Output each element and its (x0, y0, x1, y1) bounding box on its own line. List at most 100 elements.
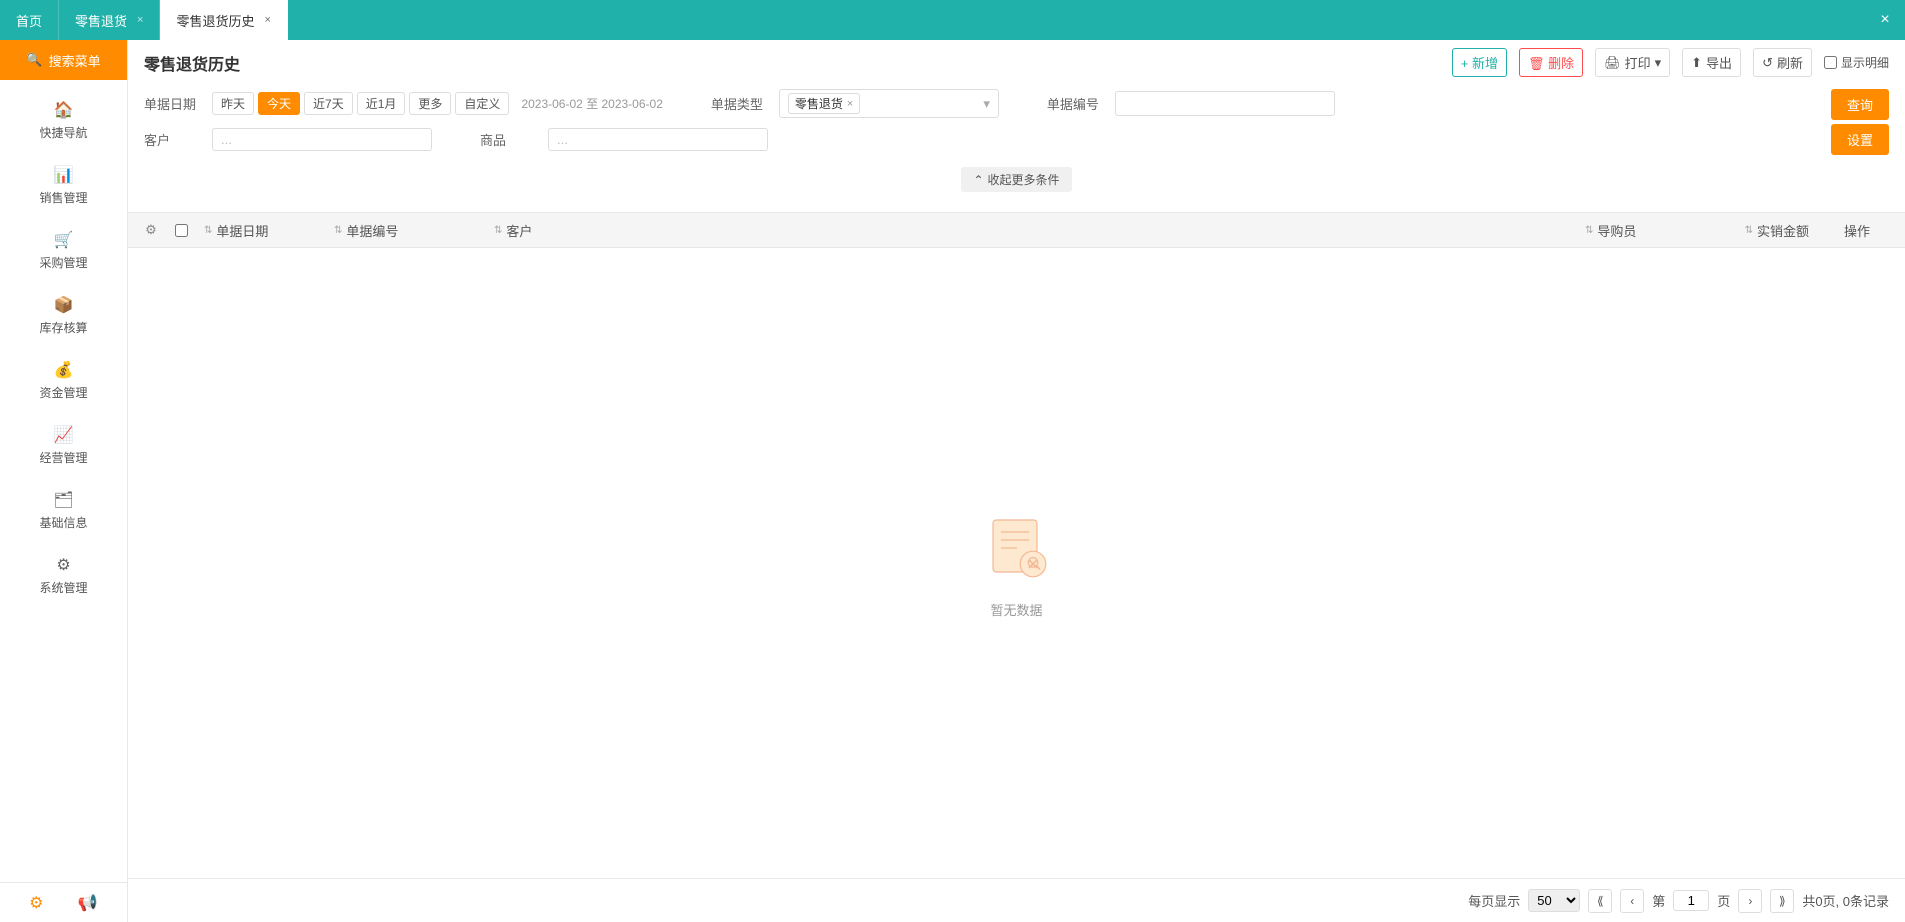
col-action: 操作 (1817, 221, 1897, 240)
sidebar-item-purchase[interactable]: 🛒 采购管理 (0, 218, 127, 283)
page-label-suffix: 页 (1717, 891, 1730, 910)
sidebar-item-sales-label: 销售管理 (39, 189, 87, 206)
collapse-filter-button[interactable]: ⌃ 收起更多条件 (961, 167, 1071, 192)
date-btn-1month[interactable]: 近1月 (357, 92, 406, 115)
sidebar-footer: ⚙ 📢 (0, 882, 127, 922)
basic-info-icon: 🗂 (54, 490, 74, 510)
tab-retail-return-history-label: 零售退货历史 (176, 11, 254, 30)
sidebar-item-quick-nav[interactable]: 🏠 快捷导航 (0, 88, 127, 153)
doc-type-tag-label: 零售退货 (795, 95, 843, 112)
toolbar: + 新增 🗑 删除 🖨 打印 ▾ ⬆ 导出 ↺ 刷新 (1452, 48, 1889, 77)
filter-row-2: 客户 ... 商品 ... (144, 128, 1815, 151)
refresh-button[interactable]: ↺ 刷新 (1753, 48, 1812, 77)
goods-label: 商品 (480, 130, 540, 149)
date-btn-custom[interactable]: 自定义 (455, 92, 509, 115)
page-prev-button[interactable]: ‹ (1620, 889, 1644, 913)
doc-no-label: 单据编号 (1047, 94, 1107, 113)
goods-filter-group: 商品 ... (480, 128, 768, 151)
filter-row-1: 单据日期 昨天 今天 近7天 近1月 更多 自定义 2023-06-02 至 2… (144, 89, 1815, 118)
col-no: ⇅ 单据编号 (326, 221, 486, 240)
empty-text: 暂无数据 (990, 600, 1042, 619)
doc-type-select[interactable]: 零售退货 × ▾ (779, 89, 999, 118)
customer-select[interactable]: ... (212, 128, 432, 151)
page-next-button[interactable]: › (1738, 889, 1762, 913)
sidebar-item-basic-info[interactable]: 🗂 基础信息 (0, 478, 127, 543)
sidebar-item-system-label: 系统管理 (39, 579, 87, 596)
sidebar-item-inventory[interactable]: 📦 库存核算 (0, 283, 127, 348)
empty-icon (977, 508, 1057, 588)
pagination: 每页显示 10 20 50 100 ⟪ ‹ 第 页 › ⟫ 共0页, 0条记录 (128, 878, 1905, 922)
tab-retail-return-close[interactable]: × (137, 14, 143, 26)
sidebar-item-finance-label: 资金管理 (39, 384, 87, 401)
sales-icon: 📊 (54, 165, 74, 185)
col-customer-label: 客户 (506, 221, 532, 240)
print-chevron-icon: ▾ (1655, 55, 1662, 71)
window-close-button[interactable]: × (1865, 0, 1905, 40)
tab-home-label: 首页 (16, 11, 42, 30)
date-filter-label: 单据日期 (144, 94, 204, 113)
sidebar-item-finance[interactable]: 💰 资金管理 (0, 348, 127, 413)
page-first-button[interactable]: ⟪ (1588, 889, 1612, 913)
inventory-icon: 📦 (54, 295, 74, 315)
select-all-checkbox[interactable] (175, 224, 188, 237)
col-amount-sort-icon[interactable]: ⇅ (1745, 225, 1753, 236)
doc-no-input[interactable] (1115, 91, 1335, 116)
delete-button[interactable]: 🗑 删除 (1519, 48, 1583, 77)
doc-type-tag-close[interactable]: × (847, 98, 853, 110)
tab-retail-return-history-close[interactable]: × (264, 14, 270, 26)
sidebar-item-operations[interactable]: 📈 经营管理 (0, 413, 127, 478)
operations-icon: 📈 (54, 425, 74, 445)
sidebar-item-quick-nav-label: 快捷导航 (39, 124, 87, 141)
date-btn-more[interactable]: 更多 (409, 92, 451, 115)
page-number-input[interactable] (1673, 890, 1709, 911)
col-no-sort-icon[interactable]: ⇅ (334, 225, 342, 236)
date-btn-yesterday[interactable]: 昨天 (212, 92, 254, 115)
show-detail-checkbox[interactable] (1824, 56, 1837, 69)
doc-no-filter-group: 单据编号 (1047, 91, 1335, 116)
sidebar-item-sales[interactable]: 📊 销售管理 (0, 153, 127, 218)
collapse-label: 收起更多条件 (988, 171, 1060, 188)
per-page-select[interactable]: 10 20 50 100 (1528, 889, 1580, 912)
table-checkbox-all[interactable] (166, 224, 196, 237)
show-detail-label: 显示明细 (1841, 54, 1889, 71)
col-date-label: 单据日期 (216, 221, 268, 240)
query-button[interactable]: 查询 (1831, 89, 1889, 120)
per-page-label: 每页显示 (1468, 891, 1520, 910)
home-icon: 🏠 (54, 100, 74, 120)
date-filter-group: 单据日期 昨天 今天 近7天 近1月 更多 自定义 2023-06-02 至 2… (144, 92, 663, 115)
tab-retail-return[interactable]: 零售退货 × (59, 0, 160, 40)
sidebar-search-button[interactable]: 🔍 搜索菜单 (0, 40, 127, 80)
print-label: 打印 (1625, 53, 1651, 72)
print-button[interactable]: 🖨 打印 ▾ (1595, 48, 1670, 77)
tab-home[interactable]: 首页 (0, 0, 59, 40)
date-filter-buttons: 昨天 今天 近7天 近1月 更多 自定义 2023-06-02 至 2023-0… (212, 92, 663, 115)
show-detail-toggle[interactable]: 显示明细 (1824, 54, 1889, 71)
page-last-button[interactable]: ⟫ (1770, 889, 1794, 913)
table-header: ⚙ ⇅ 单据日期 ⇅ 单据编号 ⇅ 客户 ⇅ 导购员 (128, 212, 1905, 248)
set-button[interactable]: 设置 (1831, 124, 1889, 155)
new-button[interactable]: + 新增 (1452, 48, 1507, 77)
col-guide-sort-icon[interactable]: ⇅ (1585, 225, 1593, 236)
main-content: 零售退货历史 + 新增 🗑 删除 🖨 打印 ▾ ⬆ 导出 ↺ (128, 40, 1905, 922)
export-button[interactable]: ⬆ 导出 (1682, 48, 1741, 77)
sidebar-nav: 🏠 快捷导航 📊 销售管理 🛒 采购管理 📦 库存核算 💰 资金管理 📈 (0, 80, 127, 882)
date-range-display: 2023-06-02 至 2023-06-02 (521, 95, 662, 112)
table-settings-icon[interactable]: ⚙ (136, 222, 166, 238)
sidebar-item-system[interactable]: ⚙ 系统管理 (0, 543, 127, 608)
col-customer-sort-icon[interactable]: ⇅ (494, 225, 502, 236)
date-btn-7days[interactable]: 近7天 (304, 92, 353, 115)
page-title-row: 零售退货历史 + 新增 🗑 删除 🖨 打印 ▾ ⬆ 导出 ↺ (144, 48, 1889, 77)
sidebar-item-inventory-label: 库存核算 (39, 319, 87, 336)
speaker-footer-icon[interactable]: 📢 (78, 893, 98, 913)
col-date-sort-icon[interactable]: ⇅ (204, 225, 212, 236)
date-btn-today[interactable]: 今天 (258, 92, 300, 115)
goods-select[interactable]: ... (548, 128, 768, 151)
tab-retail-return-history[interactable]: 零售退货历史 × (160, 0, 287, 40)
sidebar: 🔍 搜索菜单 🏠 快捷导航 📊 销售管理 🛒 采购管理 📦 库存核算 💰 (0, 40, 128, 922)
top-bar: 首页 零售退货 × 零售退货历史 × × (0, 0, 1905, 40)
finance-icon: 💰 (54, 360, 74, 380)
settings-footer-icon[interactable]: ⚙ (29, 893, 43, 913)
main-layout: 🔍 搜索菜单 🏠 快捷导航 📊 销售管理 🛒 采购管理 📦 库存核算 💰 (0, 40, 1905, 922)
col-action-label: 操作 (1844, 221, 1870, 240)
sidebar-item-purchase-label: 采购管理 (39, 254, 87, 271)
